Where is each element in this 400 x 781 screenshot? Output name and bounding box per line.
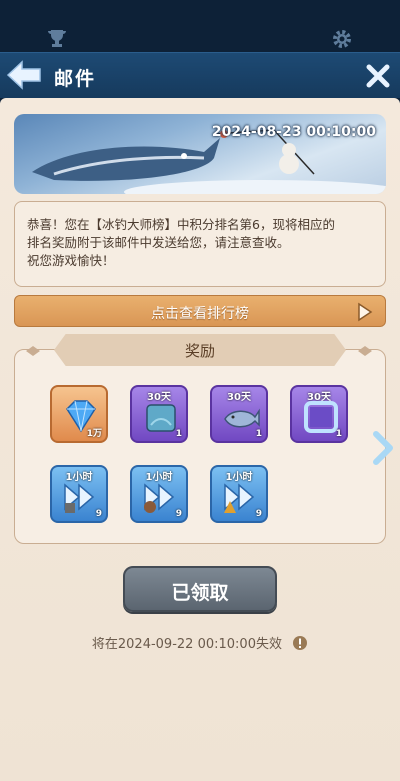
- mail-banner: 2024-08-23 00:10:00: [14, 114, 386, 194]
- banner-date: 2024-08-23 00:10:00: [211, 124, 376, 140]
- ornament-icon: [358, 346, 372, 356]
- reward-item-aquarium[interactable]: 30天 1: [130, 385, 188, 443]
- reward-count: 1: [175, 429, 182, 439]
- reward-count: 1万: [86, 429, 102, 439]
- mail-header: 邮件: [0, 52, 400, 98]
- expiry-text: 将在2024-09-22 00:10:00失效: [91, 637, 282, 652]
- top-bar: [0, 0, 400, 52]
- reward-item-speedup[interactable]: 1小时 9: [210, 465, 268, 523]
- play-triangle-icon: [358, 302, 373, 322]
- warning-icon: [293, 636, 308, 650]
- leaderboard-button-label: 点击查看排行榜: [151, 306, 249, 322]
- claimed-button[interactable]: 已领取: [123, 566, 277, 612]
- reward-count: 9: [255, 509, 262, 519]
- reward-item-speedup[interactable]: 1小时 9: [50, 465, 108, 523]
- page-title: 邮件: [54, 68, 97, 90]
- back-arrow-icon[interactable]: [6, 59, 42, 91]
- reward-item-speedup[interactable]: 1小时 9: [130, 465, 188, 523]
- message-line: 排名奖励附于该邮件中发送给您，请注意查收。: [27, 235, 290, 250]
- view-leaderboard-button[interactable]: 点击查看排行榜: [14, 295, 386, 327]
- rewards-header: 奖励: [54, 334, 346, 366]
- next-page-arrow-icon[interactable]: [372, 430, 394, 466]
- gear-icon[interactable]: [331, 28, 353, 50]
- message-line: 恭喜！您在【冰钓大师榜】中积分排名第6，现将相应的: [27, 217, 335, 232]
- reward-count: 1: [255, 429, 262, 439]
- ornament-icon: [26, 346, 40, 356]
- mail-message: 恭喜！您在【冰钓大师榜】中积分排名第6，现将相应的 排名奖励附于该邮件中发送给您…: [14, 201, 386, 287]
- reward-count: 9: [175, 509, 182, 519]
- reward-item-whale[interactable]: 30天 1: [210, 385, 268, 443]
- reward-count: 1: [335, 429, 342, 439]
- expiry-notice: 将在2024-09-22 00:10:00失效: [0, 633, 400, 652]
- claimed-button-label: 已领取: [171, 582, 229, 604]
- reward-item-frame[interactable]: 30天 1: [290, 385, 348, 443]
- rewards-title: 奖励: [184, 342, 215, 360]
- message-line: 祝您游戏愉快！: [27, 253, 115, 268]
- trophy-icon[interactable]: [46, 28, 68, 48]
- reward-count: 9: [95, 509, 102, 519]
- reward-item-diamond[interactable]: 1万: [50, 385, 108, 443]
- close-icon[interactable]: [365, 63, 391, 89]
